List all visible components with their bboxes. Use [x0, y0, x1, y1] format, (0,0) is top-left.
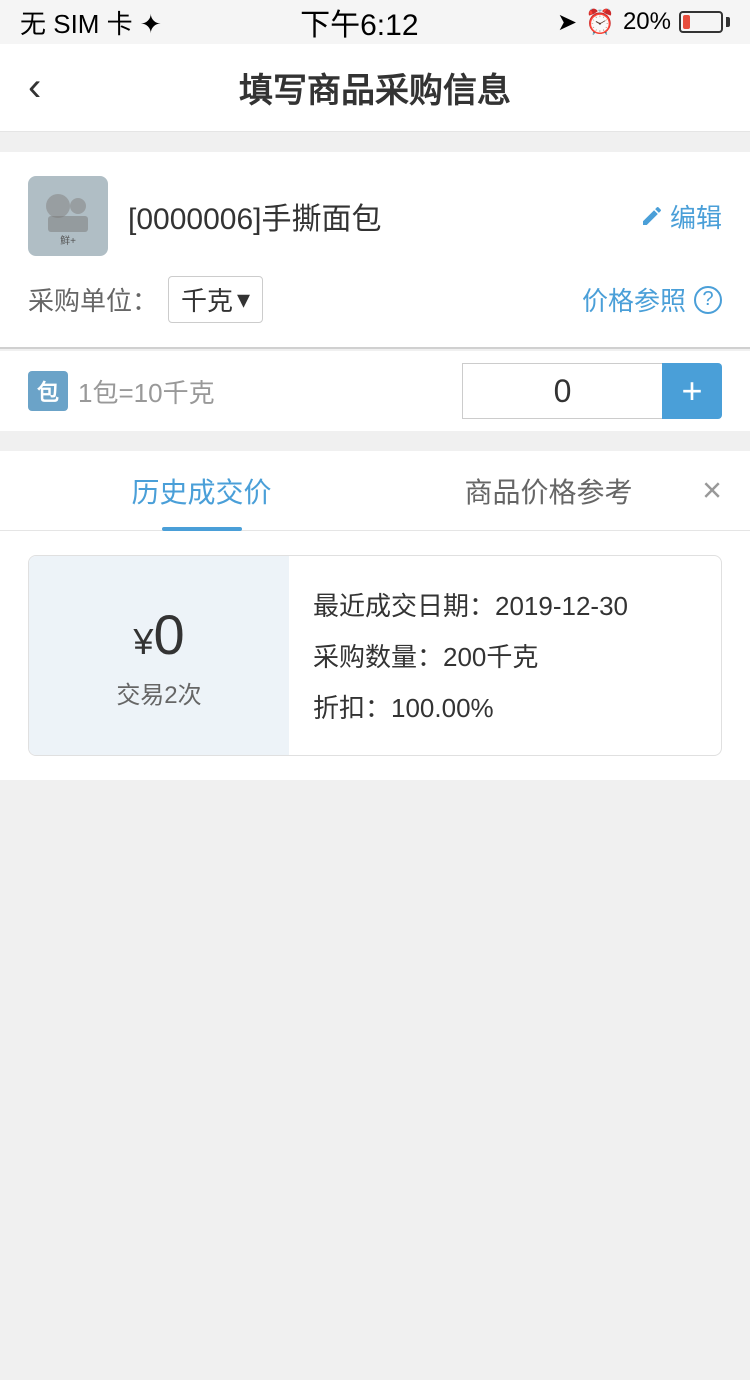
unit-select-dropdown[interactable]: 千克 ▾ [168, 276, 263, 323]
purchase-qty-item: 采购数量：200千克 [313, 637, 697, 674]
main-background [0, 780, 750, 1380]
sim-wifi-text: 无 SIM 卡 ✦ [20, 4, 162, 41]
product-card: 鲜+ [0000006]手撕面包 编辑 采购单位： 千克 ▾ 价格参照 ? [0, 152, 750, 347]
page-title: 填写商品采购信息 [239, 63, 511, 112]
discount-label: 折扣： [313, 693, 391, 723]
purchase-qty-value: 200千克 [443, 642, 538, 672]
product-header-left: 鲜+ [0000006]手撕面包 [28, 176, 381, 256]
purchase-qty-label: 采购数量： [313, 642, 443, 672]
recent-date-item: 最近成交日期：2019-12-30 [313, 586, 697, 623]
edit-button[interactable]: 编辑 [640, 198, 722, 235]
history-right-panel: 最近成交日期：2019-12-30 采购数量：200千克 折扣：100.00% [289, 556, 721, 755]
quantity-row: 包 1包=10千克 0 + [0, 351, 750, 431]
recent-date-value: 2019-12-30 [495, 591, 628, 621]
quantity-controls: 0 + [462, 363, 722, 419]
quantity-unit-hint: 1包=10千克 [78, 373, 215, 410]
battery-indicator [679, 11, 730, 33]
recent-date-label: 最近成交日期： [313, 591, 495, 621]
product-icon: 鲜+ [28, 176, 108, 256]
tab-active-underline [162, 527, 242, 531]
status-bar: 无 SIM 卡 ✦ 下午6:12 ➤ ⏰ 20% [0, 0, 750, 44]
price-ref-label: 价格参照 [582, 281, 686, 318]
price-symbol: ¥ [133, 621, 153, 662]
dropdown-arrow-icon: ▾ [237, 284, 250, 315]
tabs-header: 历史成交价 商品价格参考 × [0, 451, 750, 531]
history-trade-count: 交易2次 [116, 675, 201, 710]
status-right: ➤ ⏰ 20% [557, 8, 730, 37]
discount-item: 折扣：100.00% [313, 688, 697, 725]
history-content: ¥0 交易2次 最近成交日期：2019-12-30 采购数量：200千克 折扣：… [0, 531, 750, 780]
edit-icon [640, 204, 664, 228]
tab-product-price-ref[interactable]: 商品价格参考 [375, 451, 722, 531]
product-name: [0000006]手撕面包 [128, 194, 381, 238]
edit-label: 编辑 [670, 198, 722, 235]
discount-value: 100.00% [391, 693, 494, 723]
quantity-unit-icon: 包 [28, 371, 68, 411]
price-value: 0 [153, 603, 184, 666]
quantity-input[interactable]: 0 [462, 363, 662, 419]
back-button[interactable]: ‹ [28, 65, 41, 110]
tabs-section: 历史成交价 商品价格参考 × ¥0 交易2次 最近成交日期：2019-12-30… [0, 451, 750, 780]
tab-close-button[interactable]: × [702, 471, 722, 510]
product-header: 鲜+ [0000006]手撕面包 编辑 [28, 176, 722, 256]
nav-bar: ‹ 填写商品采购信息 [0, 44, 750, 132]
history-card: ¥0 交易2次 最近成交日期：2019-12-30 采购数量：200千克 折扣：… [28, 555, 722, 756]
battery-percent: 20% [623, 8, 671, 36]
alarm-icon: ⏰ [585, 8, 615, 37]
unit-label: 采购单位： 千克 ▾ [28, 276, 263, 323]
unit-value: 千克 [181, 281, 233, 318]
section-divider [0, 347, 750, 349]
price-ref-button[interactable]: 价格参照 ? [582, 281, 722, 318]
quantity-plus-button[interactable]: + [662, 363, 722, 419]
help-icon: ? [694, 286, 722, 314]
history-price: ¥0 [133, 602, 184, 667]
product-unit-row: 采购单位： 千克 ▾ 价格参照 ? [28, 276, 722, 323]
status-left: 无 SIM 卡 ✦ [20, 4, 162, 41]
location-icon: ➤ [557, 8, 577, 37]
tab-history-price[interactable]: 历史成交价 [28, 451, 375, 531]
status-time: 下午6:12 [300, 0, 418, 44]
history-left-panel: ¥0 交易2次 [29, 556, 289, 755]
svg-text:鲜+: 鲜+ [60, 234, 76, 246]
quantity-left: 包 1包=10千克 [28, 371, 215, 411]
